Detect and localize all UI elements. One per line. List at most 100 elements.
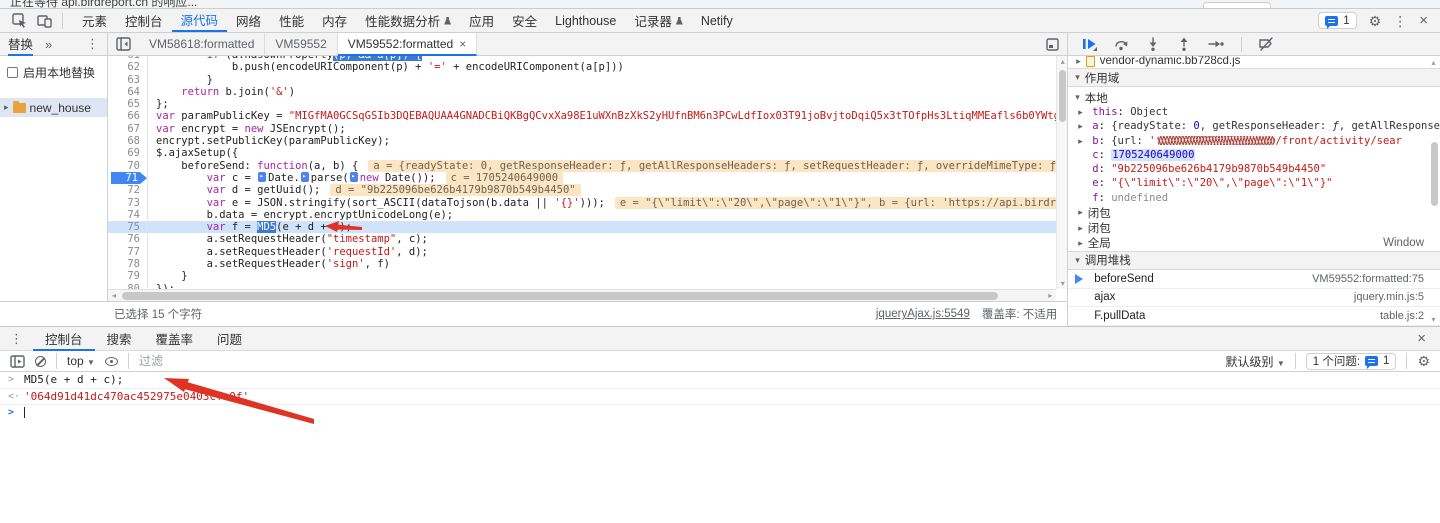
code-line-69[interactable]: 69 $.ajaxSetup({ bbox=[108, 147, 1056, 160]
line-number[interactable]: 77 bbox=[111, 246, 147, 258]
scope-var-this[interactable]: ▸ this: Object bbox=[1068, 105, 1440, 119]
code-line-72[interactable]: 72 var d = getUuid(); d = "9b225096be626b… bbox=[108, 184, 1056, 197]
clear-console-icon[interactable] bbox=[35, 355, 46, 367]
source-location-link[interactable]: jqueryAjax.js:5549 bbox=[876, 308, 970, 320]
console-issues-badge[interactable]: 1 个问题: 1 bbox=[1305, 352, 1397, 370]
inspect-element-icon[interactable] bbox=[12, 13, 27, 28]
line-number[interactable]: 78 bbox=[111, 258, 147, 270]
line-number[interactable]: 75 bbox=[111, 221, 147, 233]
breakpoint-file-entry[interactable]: ▸ vendor-dynamic.bb728cd.js bbox=[1068, 56, 1440, 68]
code-line-73[interactable]: 73 var e = JSON.stringify(sort_ASCII(dat… bbox=[108, 196, 1057, 209]
line-number[interactable]: 67 bbox=[111, 123, 147, 135]
console-input[interactable]: > bbox=[0, 405, 1440, 422]
scope-var-e[interactable]: e: "{\"limit\":\"20\",\"page\":\"1\"}" bbox=[1068, 176, 1440, 190]
line-number[interactable]: 64 bbox=[111, 86, 147, 98]
inline-breakpoint-chip[interactable] bbox=[349, 170, 358, 182]
expand-icon[interactable]: ▸ bbox=[1078, 119, 1083, 133]
line-number[interactable]: 65 bbox=[111, 98, 147, 110]
line-number[interactable]: 66 bbox=[111, 110, 147, 122]
hide-navigator-icon[interactable] bbox=[116, 37, 131, 51]
scope-var-b[interactable]: ▸ b: {url: '/front/activity/sear bbox=[1068, 134, 1440, 148]
expand-icon[interactable]: ▸ bbox=[1078, 134, 1083, 148]
line-number[interactable]: 62 bbox=[111, 61, 147, 73]
code-line-68[interactable]: 68 encrypt.setPublicKey(paramPublicKey); bbox=[108, 135, 1056, 148]
line-number[interactable]: 69 bbox=[111, 147, 147, 159]
more-menu-icon[interactable]: ⋮ bbox=[1393, 14, 1407, 28]
main-tab-元素[interactable]: 元素 bbox=[73, 9, 116, 32]
main-tab-性能数据分析[interactable]: 性能数据分析 bbox=[356, 9, 460, 32]
scope-var-d[interactable]: d: "9b225096be626b4179b9870b549b4450" bbox=[1068, 162, 1440, 176]
scope-group-闭包[interactable]: ▸ 闭包 bbox=[1068, 205, 1440, 220]
main-tab-网络[interactable]: 网络 bbox=[227, 9, 270, 32]
code-line-70[interactable]: 70 beforeSend: function(a, b) {a = {read… bbox=[108, 159, 1057, 172]
sidebar-scrollbar[interactable]: ▴ ▾ bbox=[1428, 56, 1440, 326]
main-tab-Lighthouse[interactable]: Lighthouse bbox=[546, 9, 625, 32]
drawer-tab-控制台[interactable]: 控制台 bbox=[33, 327, 95, 351]
inline-breakpoint-chip[interactable] bbox=[258, 170, 267, 182]
context-selector[interactable]: top ▼ bbox=[67, 354, 95, 368]
scope-var-a[interactable]: ▸ a: {readyState: 0, getResponseHeader: ƒ… bbox=[1068, 119, 1440, 133]
line-number[interactable]: 74 bbox=[111, 209, 147, 221]
close-devtools-icon[interactable]: × bbox=[1419, 12, 1428, 29]
close-drawer-icon[interactable]: × bbox=[1417, 327, 1440, 350]
code-line-79[interactable]: 79 } bbox=[108, 270, 1056, 283]
line-number[interactable]: 70 bbox=[111, 160, 147, 172]
file-tab-VM59552[interactable]: VM59552 bbox=[265, 33, 338, 55]
step-into-icon[interactable] bbox=[1146, 37, 1160, 51]
expand-icon[interactable]: ▸ bbox=[1078, 105, 1083, 119]
drawer-tab-覆盖率[interactable]: 覆盖率 bbox=[144, 327, 206, 350]
code-line-74[interactable]: 74 b.data = encrypt.encryptUnicodeLong(e… bbox=[108, 208, 1056, 222]
line-number[interactable]: 68 bbox=[111, 135, 147, 147]
navigator-tab-overrides[interactable]: 替换 bbox=[8, 33, 34, 56]
code-line-76[interactable]: 76 a.setRequestHeader("timestamp", c); bbox=[108, 233, 1056, 246]
callstack-frame-F.pullData[interactable]: F.pullData table.js:2 bbox=[1068, 307, 1440, 326]
line-number[interactable]: 63 bbox=[111, 74, 147, 86]
main-tab-Netify[interactable]: Netify bbox=[692, 9, 742, 32]
code-line-77[interactable]: 77 a.setRequestHeader('requestId', d); bbox=[108, 245, 1056, 259]
line-number[interactable]: 73 bbox=[111, 197, 147, 209]
code-line-66[interactable]: 66 var paramPublicKey = "MIGfMA0GCSqGSIb3… bbox=[108, 110, 1056, 123]
callstack-section-header[interactable]: ▾ 调用堆栈 bbox=[1068, 250, 1440, 270]
code-line-62[interactable]: 62 b.push(encodeURIComponent(p) + '=' + … bbox=[108, 61, 1056, 74]
enable-overrides-checkbox[interactable] bbox=[7, 66, 18, 78]
drawer-menu-icon[interactable]: ⋮ bbox=[0, 327, 33, 350]
main-tab-记录器[interactable]: 记录器 bbox=[625, 9, 692, 32]
console-sidebar-icon[interactable] bbox=[10, 354, 25, 368]
deactivate-breakpoints-icon[interactable] bbox=[1259, 37, 1274, 51]
file-tab-VM59552:formatted[interactable]: VM59552:formatted × bbox=[337, 33, 478, 56]
breakpoint-marker[interactable]: 71 bbox=[111, 171, 147, 185]
code-line-63[interactable]: 63 } bbox=[108, 73, 1056, 86]
code-line-65[interactable]: 65}; bbox=[108, 98, 1056, 111]
editor-vertical-scrollbar[interactable]: ▴ ▾ bbox=[1056, 56, 1068, 289]
callstack-frame-ajax[interactable]: ajax jquery.min.js:5 bbox=[1068, 289, 1440, 308]
main-tab-控制台[interactable]: 控制台 bbox=[116, 9, 172, 32]
code-line-71[interactable]: 71 var c = Date.parse(new Date());c = 17… bbox=[108, 170, 1056, 185]
issues-badge[interactable]: 1 bbox=[1318, 12, 1357, 29]
scope-var-c[interactable]: c: 1705240649000 bbox=[1068, 148, 1440, 162]
settings-gear-icon[interactable]: ⚙ bbox=[1369, 14, 1382, 28]
code-editor[interactable]: 61 if (a.hasOwnProperty(p) && a[p]) {62 … bbox=[108, 56, 1068, 301]
step-icon[interactable] bbox=[1208, 37, 1224, 51]
main-tab-安全[interactable]: 安全 bbox=[503, 9, 546, 32]
expand-folder-icon[interactable]: ▸ bbox=[4, 102, 9, 113]
navigator-more-tabs-icon[interactable]: » bbox=[45, 37, 52, 52]
file-tab-VM58618:formatted[interactable]: VM58618:formatted bbox=[139, 33, 266, 55]
resume-script-icon[interactable] bbox=[1082, 37, 1098, 52]
callstack-frame-beforeSend[interactable]: beforeSend VM59552:formatted:75 bbox=[1068, 270, 1440, 289]
step-over-icon[interactable] bbox=[1114, 37, 1129, 51]
scope-group-闭包[interactable]: ▸ 闭包 bbox=[1068, 220, 1440, 236]
main-tab-性能[interactable]: 性能 bbox=[270, 9, 313, 32]
code-line-75[interactable]: 75 var f = MD5(e + d + c); bbox=[108, 221, 1057, 234]
folder-row-new-house[interactable]: ▸ new_house bbox=[0, 98, 107, 117]
console-settings-gear-icon[interactable]: ⚙ bbox=[1417, 354, 1430, 368]
drawer-tab-问题[interactable]: 问题 bbox=[205, 327, 254, 350]
line-number[interactable]: 79 bbox=[111, 270, 147, 282]
code-line-78[interactable]: 78 a.setRequestHeader('sign', f) bbox=[108, 258, 1056, 271]
console-filter-input[interactable] bbox=[138, 354, 1216, 368]
editor-options-icon[interactable] bbox=[1046, 37, 1059, 51]
main-tab-源代码[interactable]: 源代码 bbox=[171, 9, 228, 32]
main-tab-应用[interactable]: 应用 bbox=[460, 9, 503, 32]
code-line-64[interactable]: 64 return b.join('&') bbox=[108, 85, 1056, 99]
scope-local-group[interactable]: ▾ 本地 bbox=[1068, 90, 1440, 105]
line-number[interactable]: 72 bbox=[111, 184, 147, 196]
